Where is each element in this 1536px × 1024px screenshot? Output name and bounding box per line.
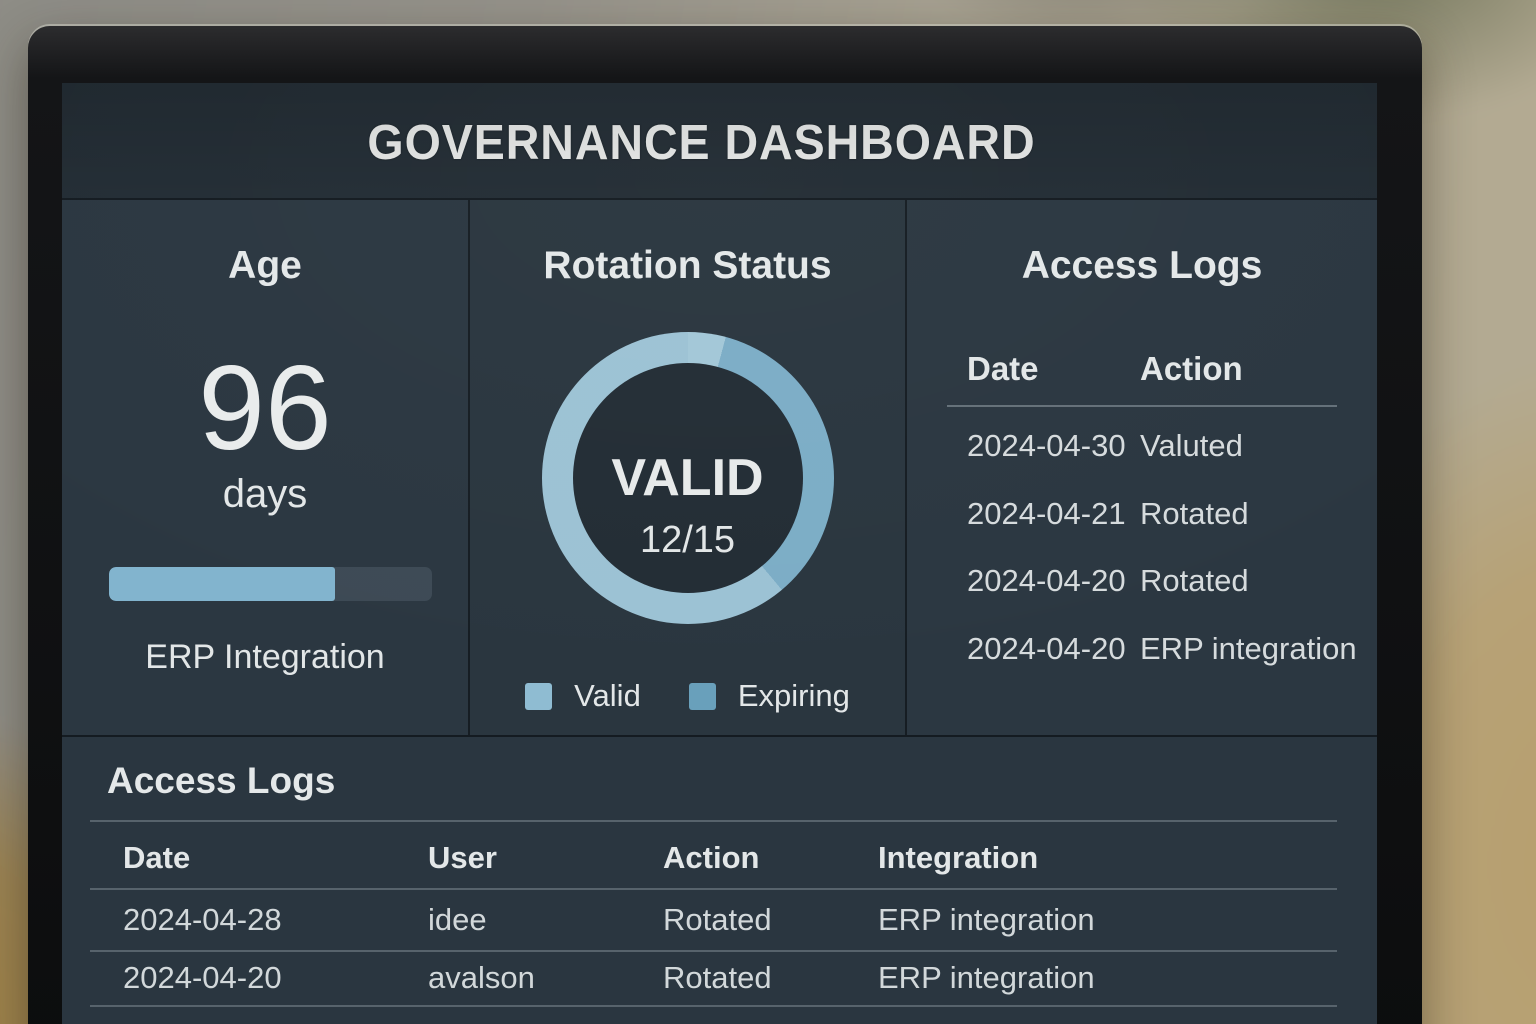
monitor-bezel: GOVERNANCE DASHBOARD Age 96 days ERP Int… [28,26,1422,1024]
panels-row: Age 96 days ERP Integration Rotation Sta… [62,200,1377,737]
log-user: idee [428,902,487,937]
table-row: 2024-04-21 Rotated [907,496,1377,534]
table-divider [90,888,1337,890]
dashboard-header: GOVERNANCE DASHBOARD [62,83,1377,200]
log-integration: ERP integration [878,902,1095,937]
table-header-row: Date User Action Integration [62,840,1377,876]
column-header-integration: Integration [878,840,1039,875]
age-value: 96 [198,341,332,475]
dashboard-screen: GOVERNANCE DASHBOARD Age 96 days ERP Int… [62,83,1377,1024]
legend-label: Valid [574,678,641,713]
table-divider [90,1005,1337,1007]
column-header-date: Date [967,350,1039,387]
rotation-panel-title: Rotation Status [543,244,832,287]
table-row: 2024-04-20 avalson Rotated ERP integrati… [62,960,1377,996]
log-action: Rotated [1140,496,1249,531]
age-panel-title: Age [228,244,302,287]
column-header-date: Date [123,840,191,875]
table-row: 2024-04-20 Rotated [907,563,1377,601]
age-caption: ERP Integration [145,638,385,676]
access-logs-section: Access Logs Date User Action Integration… [62,737,1377,1024]
log-action: ERP integration [1140,631,1357,666]
rotation-status-ratio: 12/15 [639,519,736,561]
rotation-status-value: VALID [611,449,764,507]
column-header-action: Action [1140,350,1243,387]
table-divider [947,405,1337,407]
access-logs-panel: Access Logs Date Action 2024-04-30 Valut… [905,200,1377,735]
photo-scene: GOVERNANCE DASHBOARD Age 96 days ERP Int… [0,0,1536,1024]
legend-item-valid: Valid [525,678,641,714]
log-date: 2024-04-28 [123,902,282,937]
age-progress-fill [109,567,336,601]
table-row: 2024-04-28 idee Rotated ERP integration [62,902,1377,938]
legend-item-expiring: Expiring [688,678,850,714]
table-row: 2024-04-30 Valuted [907,428,1377,466]
table-row: 2024-04-20 ERP integration [907,631,1377,669]
log-date: 2024-04-20 [967,563,1126,598]
valid-swatch-icon [525,682,553,710]
donut-legend: Valid Expiring [470,678,905,714]
donut-center-label: VALID 12/15 [542,450,834,560]
log-date: 2024-04-21 [967,496,1126,531]
age-progress-bar [109,567,432,601]
section-title: Access Logs [107,760,336,801]
log-user: avalson [428,960,535,995]
age-unit: days [222,472,308,516]
column-header-action: Action [663,840,760,875]
rotation-donut-chart: VALID 12/15 [541,332,834,624]
table-divider [90,950,1337,952]
log-action: Rotated [663,902,772,937]
log-date: 2024-04-30 [967,428,1126,463]
page-title: GOVERNANCE DASHBOARD [367,116,1036,170]
access-logs-panel-title: Access Logs [1021,244,1263,287]
log-action: Valuted [1140,428,1243,463]
log-date: 2024-04-20 [967,631,1126,666]
log-action: Rotated [1140,563,1249,598]
column-header-user: User [428,840,497,875]
log-action: Rotated [663,960,772,995]
log-integration: ERP integration [878,960,1095,995]
log-date: 2024-04-20 [123,960,282,995]
expiring-swatch-icon [688,682,716,710]
table-divider [90,820,1337,822]
rotation-status-panel: Rotation Status VALID 12/15 Valid Expiri… [468,200,905,735]
legend-label: Expiring [737,678,850,713]
age-panel: Age 96 days ERP Integration [62,200,468,735]
